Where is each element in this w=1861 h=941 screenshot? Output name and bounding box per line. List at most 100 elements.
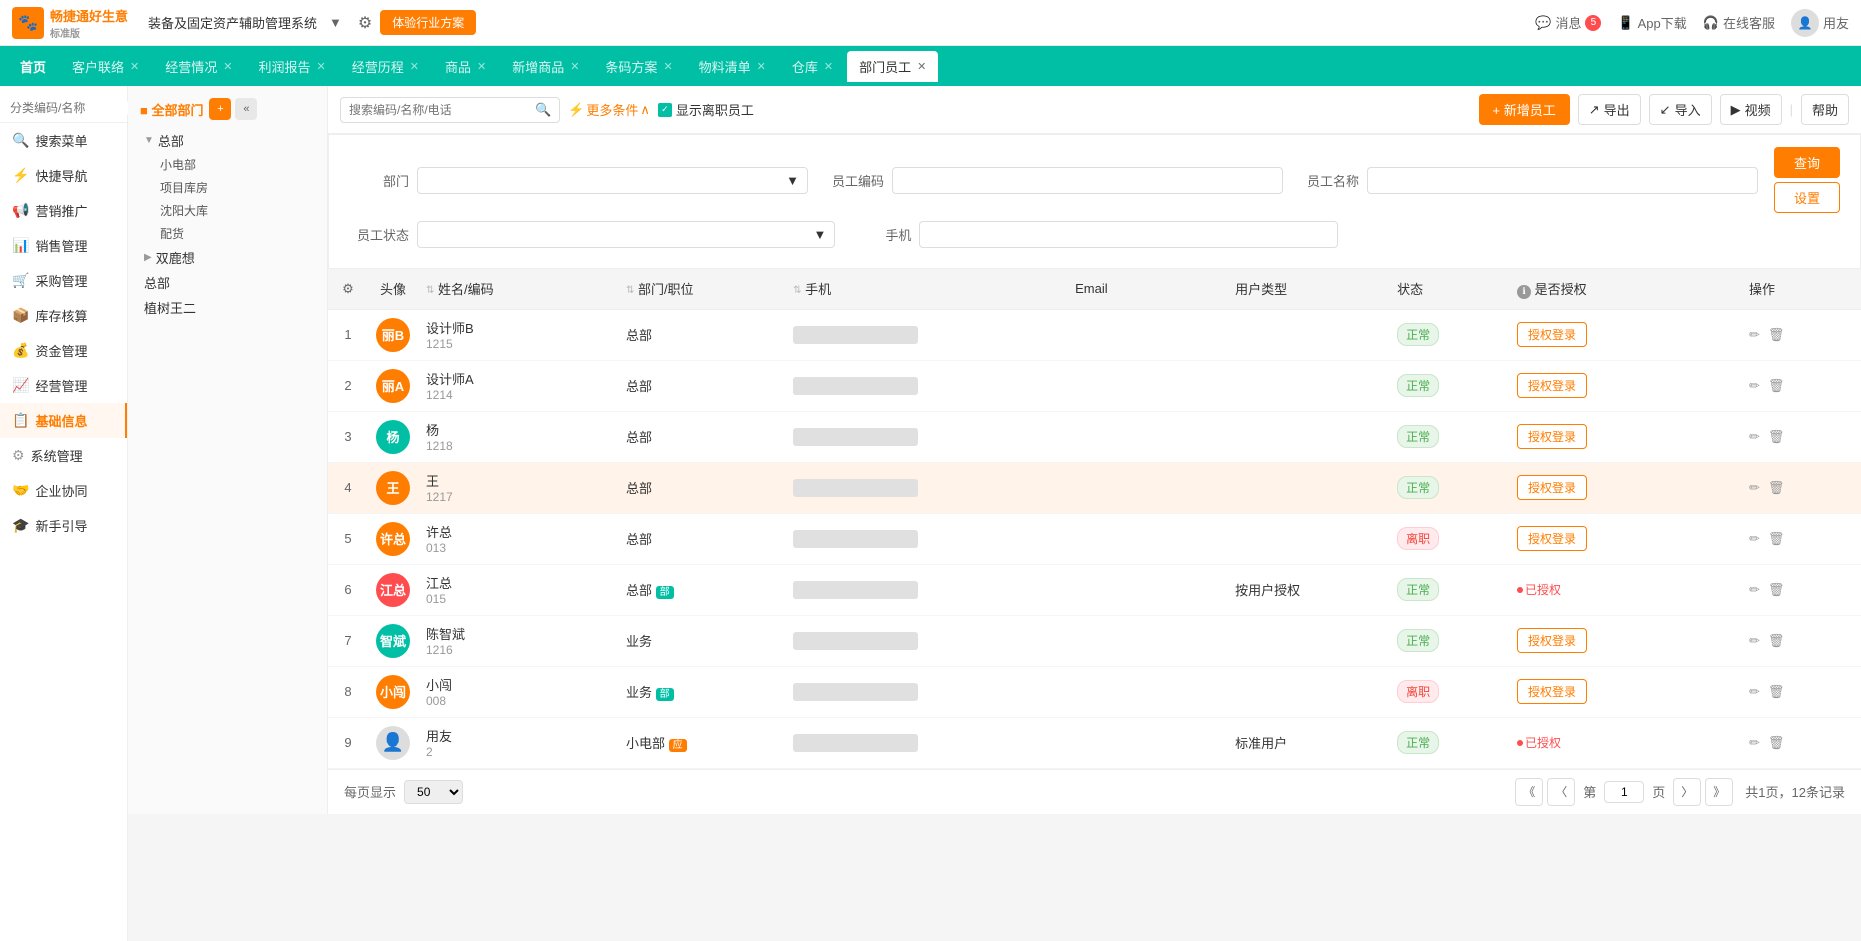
auth-login-button[interactable]: 授权登录 [1517,322,1587,347]
close-icon[interactable]: ✕ [917,60,926,73]
dept-select[interactable]: ▼ [417,167,808,194]
dept-node-head[interactable]: ▼ 总部 [136,128,319,153]
sidebar-item-quicknav[interactable]: ⚡ 快捷导航 [0,158,127,193]
add-employee-button[interactable]: + 新增员工 [1479,94,1570,125]
tab-profit[interactable]: 利润报告 ✕ [246,51,337,82]
tab-barcode[interactable]: 条码方案 ✕ [593,51,684,82]
delete-icon[interactable]: 🗑 [1768,735,1785,751]
prev-page-button[interactable]: 〈 [1547,778,1575,806]
search-button[interactable]: 查询 [1774,147,1840,178]
delete-icon[interactable]: 🗑 [1768,684,1785,700]
close-icon[interactable]: ✕ [223,60,232,73]
show-resigned-checkbox[interactable]: ✓ 显示离职员工 [658,100,754,119]
app-download-button[interactable]: 📱 App下载 [1617,13,1686,32]
import-button[interactable]: ↙ 导入 [1649,94,1712,125]
tab-warehouse[interactable]: 仓库 ✕ [780,51,845,82]
last-page-button[interactable]: 》 [1705,778,1733,806]
close-icon[interactable]: ✕ [663,60,672,73]
emp-name-input[interactable] [1367,167,1758,194]
tab-history[interactable]: 经营历程 ✕ [340,51,431,82]
export-button[interactable]: ↗ 导出 [1578,94,1641,125]
phone-input[interactable] [919,221,1337,248]
emp-status-select[interactable]: ▼ [417,221,835,248]
dept-collapse-icon[interactable]: « [235,98,257,120]
sidebar-item-management[interactable]: 📈 经营管理 [0,368,127,403]
edit-icon[interactable]: ✏ [1749,735,1760,751]
edit-icon[interactable]: ✏ [1749,531,1760,547]
auth-login-button[interactable]: 授权登录 [1517,679,1587,704]
message-button[interactable]: 💬 消息 5 [1535,13,1601,32]
sidebar-item-search[interactable]: 🔍 搜索菜单 [0,123,127,158]
all-dept-label[interactable]: ■ 全部部门 [140,100,203,119]
video-button[interactable]: ▶ 视频 [1720,94,1782,125]
edit-icon[interactable]: ✏ [1749,327,1760,343]
tab-materials[interactable]: 物料清单 ✕ [687,51,778,82]
sidebar-item-system[interactable]: ⚙ 系统管理 [0,438,127,473]
auth-login-button[interactable]: 授权登录 [1517,424,1587,449]
delete-icon[interactable]: 🗑 [1768,531,1785,547]
close-icon[interactable]: ✕ [317,60,326,73]
sidebar-item-sales[interactable]: 📊 销售管理 [0,228,127,263]
dept-child-xmkf[interactable]: 项目库房 [136,176,319,199]
delete-icon[interactable]: 🗑 [1768,429,1785,445]
dept-child-sydl[interactable]: 沈阳大库 [136,199,319,222]
search-box[interactable]: 🔍 [340,97,560,123]
delete-icon[interactable]: 🗑 [1768,480,1785,496]
sidebar-item-guide[interactable]: 🎓 新手引导 [0,508,127,543]
first-page-button[interactable]: 《 [1515,778,1543,806]
edit-icon[interactable]: ✏ [1749,378,1760,394]
system-dropdown-icon[interactable]: ▼ [329,15,342,30]
tab-employees[interactable]: 部门员工 ✕ [847,51,938,82]
tab-new-goods[interactable]: 新增商品 ✕ [500,51,591,82]
search-icon[interactable]: 🔍 [535,102,551,118]
sidebar-item-collab[interactable]: 🤝 企业协同 [0,473,127,508]
gear-icon[interactable]: ⚙ [358,13,372,33]
experience-button[interactable]: 体验行业方案 [380,10,476,35]
more-filter-button[interactable]: ⚡ 更多条件 ∧ [568,100,650,119]
sidebar-item-marketing[interactable]: 📢 营销推广 [0,193,127,228]
online-service-button[interactable]: 🎧 在线客服 [1703,13,1775,32]
set-button[interactable]: 设置 [1774,182,1840,213]
delete-icon[interactable]: 🗑 [1768,582,1785,598]
auth-login-button[interactable]: 授权登录 [1517,526,1587,551]
close-icon[interactable]: ✕ [410,60,419,73]
help-button[interactable]: 帮助 [1801,94,1849,125]
dept-child-ph[interactable]: 配货 [136,222,319,245]
close-icon[interactable]: ✕ [757,60,766,73]
tab-goods[interactable]: 商品 ✕ [433,51,498,82]
auth-login-button[interactable]: 授权登录 [1517,475,1587,500]
close-icon[interactable]: ✕ [130,60,139,73]
tab-operation[interactable]: 经营情况 ✕ [153,51,244,82]
edit-icon[interactable]: ✏ [1749,684,1760,700]
close-icon[interactable]: ✕ [477,60,486,73]
dept-node-zb[interactable]: 总部 [136,270,319,295]
user-area[interactable]: 👤 用友 [1791,9,1849,37]
close-icon[interactable]: ✕ [824,60,833,73]
dept-node-zswe[interactable]: 植树王二 [136,295,319,320]
tab-customer[interactable]: 客户联络 ✕ [60,51,151,82]
emp-code-input[interactable] [892,167,1283,194]
sidebar-item-finance[interactable]: 💰 资金管理 [0,333,127,368]
auth-login-button[interactable]: 授权登录 [1517,628,1587,653]
dept-node-sls[interactable]: ▶ 双鹿想 [136,245,319,270]
delete-icon[interactable]: 🗑 [1768,633,1785,649]
tab-home[interactable]: 首页 [8,51,58,82]
page-size-select[interactable]: 50 100 200 [404,780,463,804]
delete-icon[interactable]: 🗑 [1768,327,1785,343]
sidebar-search-area[interactable]: 🔍 [0,94,127,123]
col-phone-header[interactable]: ⇅ 手机 [785,269,1067,309]
edit-icon[interactable]: ✏ [1749,582,1760,598]
search-input[interactable] [349,103,529,117]
close-icon[interactable]: ✕ [570,60,579,73]
dept-add-icon[interactable]: + [209,98,231,120]
col-settings[interactable]: ⚙ [328,269,368,309]
col-dept-header[interactable]: ⇅ 部门/职位 [618,269,785,309]
sidebar-item-purchase[interactable]: 🛒 采购管理 [0,263,127,298]
page-number-input[interactable] [1604,781,1644,803]
sidebar-item-basic[interactable]: 📋 基础信息 [0,403,127,438]
edit-icon[interactable]: ✏ [1749,429,1760,445]
info-icon[interactable]: ℹ [1517,285,1531,299]
edit-icon[interactable]: ✏ [1749,480,1760,496]
auth-login-button[interactable]: 授权登录 [1517,373,1587,398]
sidebar-item-inventory[interactable]: 📦 库存核算 [0,298,127,333]
